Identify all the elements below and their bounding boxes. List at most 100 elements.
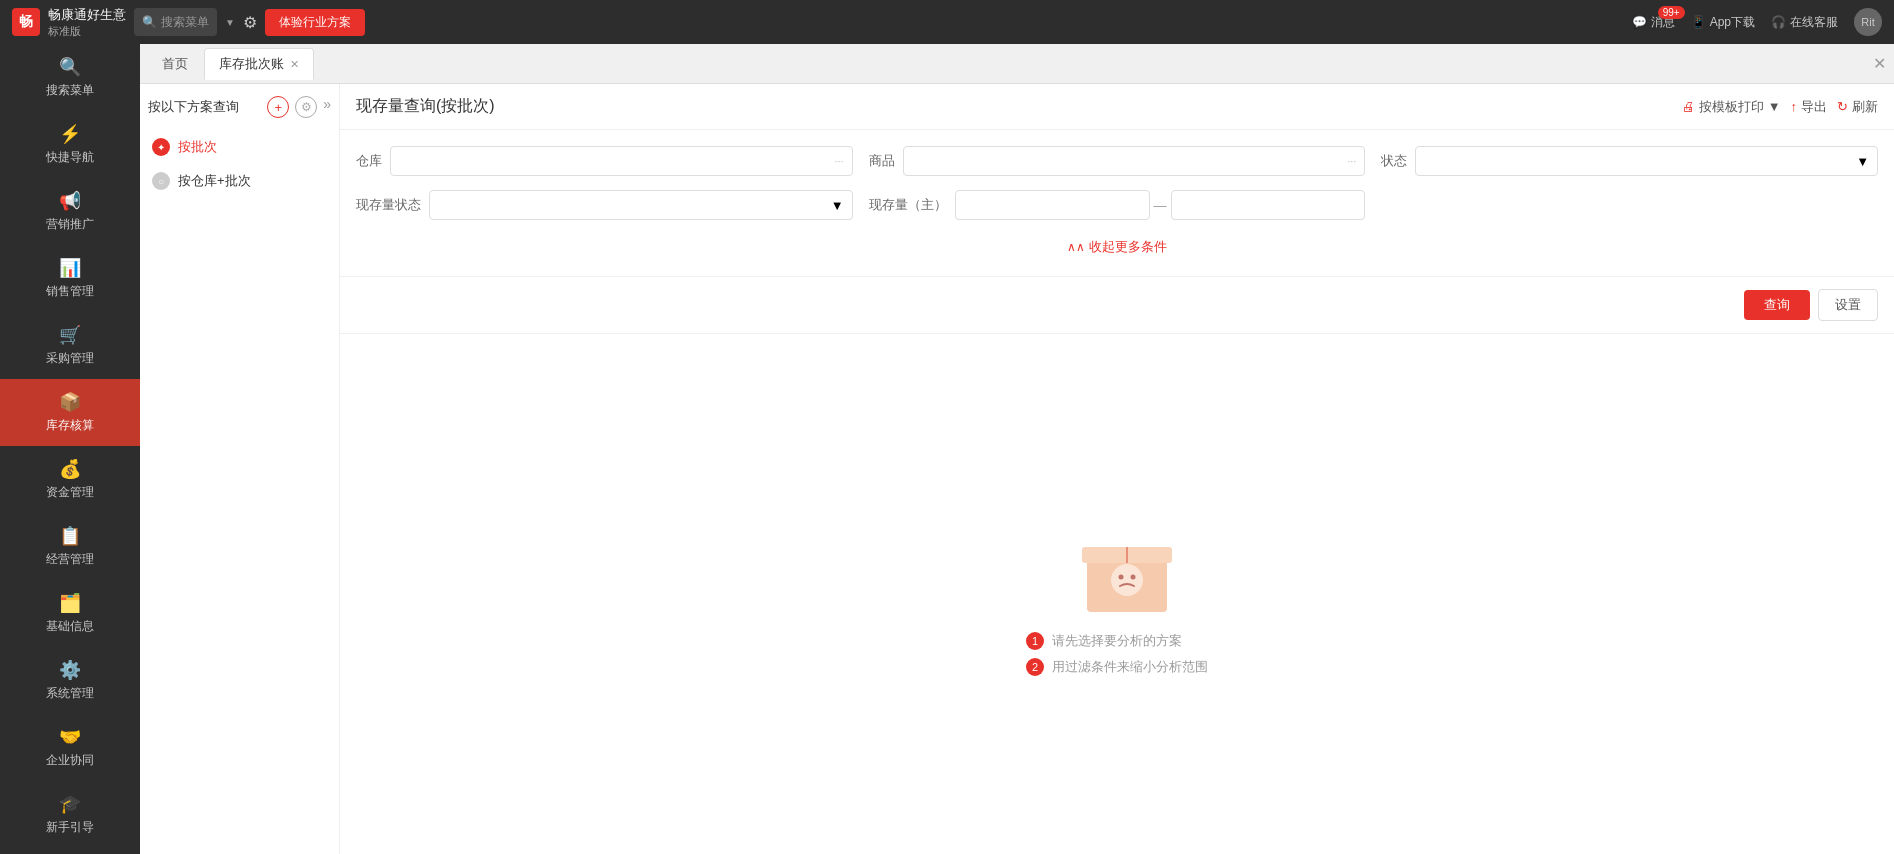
brand-icon: 畅: [12, 8, 40, 36]
sidebar-item-guide[interactable]: 🎓 新手引导: [0, 781, 140, 848]
sidebar-item-system[interactable]: ⚙️ 系统管理: [0, 647, 140, 714]
sidebar-item-operations[interactable]: 📋 经营管理: [0, 513, 140, 580]
search-menu-icon: 🔍: [59, 56, 81, 78]
tab-bar: 首页 库存批次账 ✕ ✕: [140, 44, 1894, 84]
print-button[interactable]: 🖨 按模板打印 ▼: [1682, 98, 1781, 116]
step-2-text: 用过滤条件来缩小分析范围: [1052, 658, 1208, 676]
export-button[interactable]: ↑ 导出: [1791, 98, 1828, 116]
warehouse-input[interactable]: ···: [390, 146, 853, 176]
inventory-status-dropdown-icon: ▼: [831, 198, 844, 213]
notification-item[interactable]: 💬 消息 99+: [1632, 14, 1675, 31]
search-label: 搜索菜单: [161, 14, 209, 31]
refresh-button[interactable]: ↻ 刷新: [1837, 98, 1878, 116]
sidebar-label-basics: 基础信息: [46, 618, 94, 635]
search-dropdown-arrow[interactable]: ▼: [225, 17, 235, 28]
filter-panel-collapse-icon[interactable]: »: [323, 96, 331, 118]
sidebar-label-finance: 资金管理: [46, 484, 94, 501]
sidebar-label-inventory: 库存核算: [46, 417, 94, 434]
quantity-max-input[interactable]: [1171, 190, 1366, 220]
search-menu-input[interactable]: 🔍 搜索菜单: [134, 8, 217, 36]
query-button[interactable]: 查询: [1744, 290, 1810, 320]
action-area: 查询 设置: [340, 277, 1894, 334]
product-label: 商品: [869, 152, 895, 170]
query-header: 现存量查询(按批次) 🖨 按模板打印 ▼ ↑ 导出 ↻: [340, 84, 1894, 130]
warehouse-more-icon: ···: [835, 155, 844, 167]
user-avatar: Rit: [1854, 8, 1882, 36]
empty-illustration: [1067, 512, 1167, 612]
product-input[interactable]: ···: [903, 146, 1366, 176]
notification-badge: 99+: [1658, 6, 1685, 19]
content-area: 首页 库存批次账 ✕ ✕ 按以下方案查询 +: [140, 44, 1894, 854]
sidebar-label-quick-nav: 快捷导航: [46, 149, 94, 166]
status-field: 状态 ▼: [1381, 146, 1878, 176]
svg-point-3: [1111, 564, 1143, 596]
purchase-icon: 🛒: [59, 324, 81, 346]
tab-inventory-batch[interactable]: 库存批次账 ✕: [204, 48, 314, 80]
sales-icon: 📊: [59, 257, 81, 279]
app-download-item[interactable]: 📱 App下载: [1691, 14, 1755, 31]
collapse-more-btn[interactable]: ∧∧ 收起更多条件: [356, 234, 1878, 260]
add-filter-button[interactable]: +: [267, 96, 289, 118]
sidebar-item-search-menu[interactable]: 🔍 搜索菜单: [0, 44, 140, 111]
status-label: 状态: [1381, 152, 1407, 170]
export-icon: ↑: [1791, 99, 1798, 114]
print-icon: 🖨: [1682, 99, 1695, 114]
basics-icon: 🗂️: [59, 592, 81, 614]
tab-close-icon[interactable]: ✕: [290, 58, 299, 71]
close-right-panel-icon[interactable]: ✕: [1873, 54, 1886, 73]
brand-name: 畅康通好生意: [48, 6, 126, 24]
product-more-icon: ···: [1347, 155, 1356, 167]
filter-form: 仓库 ··· 商品 ···: [340, 130, 1894, 277]
step-2-circle: 2: [1026, 658, 1044, 676]
header-left: 畅 畅康通好生意 标准版 🔍 搜索菜单 ▼ ⚙ 体验行业方案: [12, 6, 365, 39]
sidebar-item-purchase[interactable]: 🛒 采购管理: [0, 312, 140, 379]
operations-icon: 📋: [59, 525, 81, 547]
quantity-min-input[interactable]: [955, 190, 1150, 220]
export-label: 导出: [1801, 98, 1827, 116]
tab-home-label: 首页: [162, 55, 188, 73]
trial-button[interactable]: 体验行业方案: [265, 9, 365, 36]
sidebar-item-enterprise[interactable]: 🤝 企业协同: [0, 714, 140, 781]
online-service-item[interactable]: 🎧 在线客服: [1771, 14, 1838, 31]
main-layout: 🔍 搜索菜单 ⚡ 快捷导航 📢 营销推广 📊 销售管理 🛒 采购管理 📦 库存核…: [0, 44, 1894, 854]
step-1-text: 请先选择要分析的方案: [1052, 632, 1182, 650]
svg-point-5: [1131, 575, 1136, 580]
inventory-quantity-field: 现存量（主） —: [869, 190, 1366, 220]
collapse-text: 收起更多条件: [1089, 238, 1167, 256]
header-right: 💬 消息 99+ 📱 App下载 🎧 在线客服 Rit: [1632, 8, 1882, 36]
sidebar-item-marketing[interactable]: 📢 营销推广: [0, 178, 140, 245]
sidebar-item-quick-nav[interactable]: ⚡ 快捷导航: [0, 111, 140, 178]
user-info[interactable]: Rit: [1854, 8, 1882, 36]
message-icon: 💬: [1632, 15, 1647, 29]
filter-settings-button[interactable]: ⚙: [295, 96, 317, 118]
filter-row-2: 现存量状态 ▼ 现存量（主） —: [356, 190, 1878, 220]
sidebar-item-inventory[interactable]: 📦 库存核算: [0, 379, 140, 446]
status-dropdown-icon: ▼: [1856, 154, 1869, 169]
inventory-status-select[interactable]: ▼: [429, 190, 853, 220]
sidebar-label-enterprise: 企业协同: [46, 752, 94, 769]
sidebar-item-apps[interactable]: 📱 应用中心: [0, 848, 140, 854]
print-dropdown-icon[interactable]: ▼: [1768, 99, 1781, 114]
sidebar-item-basics[interactable]: 🗂️ 基础信息: [0, 580, 140, 647]
filter-item-by-warehouse-batch[interactable]: ○ 按仓库+批次: [148, 164, 331, 198]
settings-panel-button[interactable]: 设置: [1818, 289, 1878, 321]
sidebar-item-sales[interactable]: 📊 销售管理: [0, 245, 140, 312]
query-area: 现存量查询(按批次) 🖨 按模板打印 ▼ ↑ 导出 ↻: [340, 84, 1894, 854]
empty-state: 1 请先选择要分析的方案 2 用过滤条件来缩小分析范围: [340, 334, 1894, 854]
refresh-icon: ↻: [1837, 99, 1848, 114]
status-select[interactable]: ▼: [1415, 146, 1878, 176]
inventory-icon: 📦: [59, 391, 81, 413]
settings-icon[interactable]: ⚙: [243, 13, 257, 32]
inventory-quantity-label: 现存量（主）: [869, 196, 947, 214]
sidebar-item-finance[interactable]: 💰 资金管理: [0, 446, 140, 513]
gear-icon: ⚙: [301, 100, 312, 114]
filter-item-by-batch[interactable]: ✦ 按批次: [148, 130, 331, 164]
empty-step-2: 2 用过滤条件来缩小分析范围: [1026, 658, 1208, 676]
marketing-icon: 📢: [59, 190, 81, 212]
tab-home[interactable]: 首页: [148, 49, 202, 79]
product-field: 商品 ···: [869, 146, 1366, 176]
search-icon: 🔍: [142, 15, 157, 29]
quick-nav-icon: ⚡: [59, 123, 81, 145]
empty-text-container: 1 请先选择要分析的方案 2 用过滤条件来缩小分析范围: [1026, 632, 1208, 676]
enterprise-icon: 🤝: [59, 726, 81, 748]
